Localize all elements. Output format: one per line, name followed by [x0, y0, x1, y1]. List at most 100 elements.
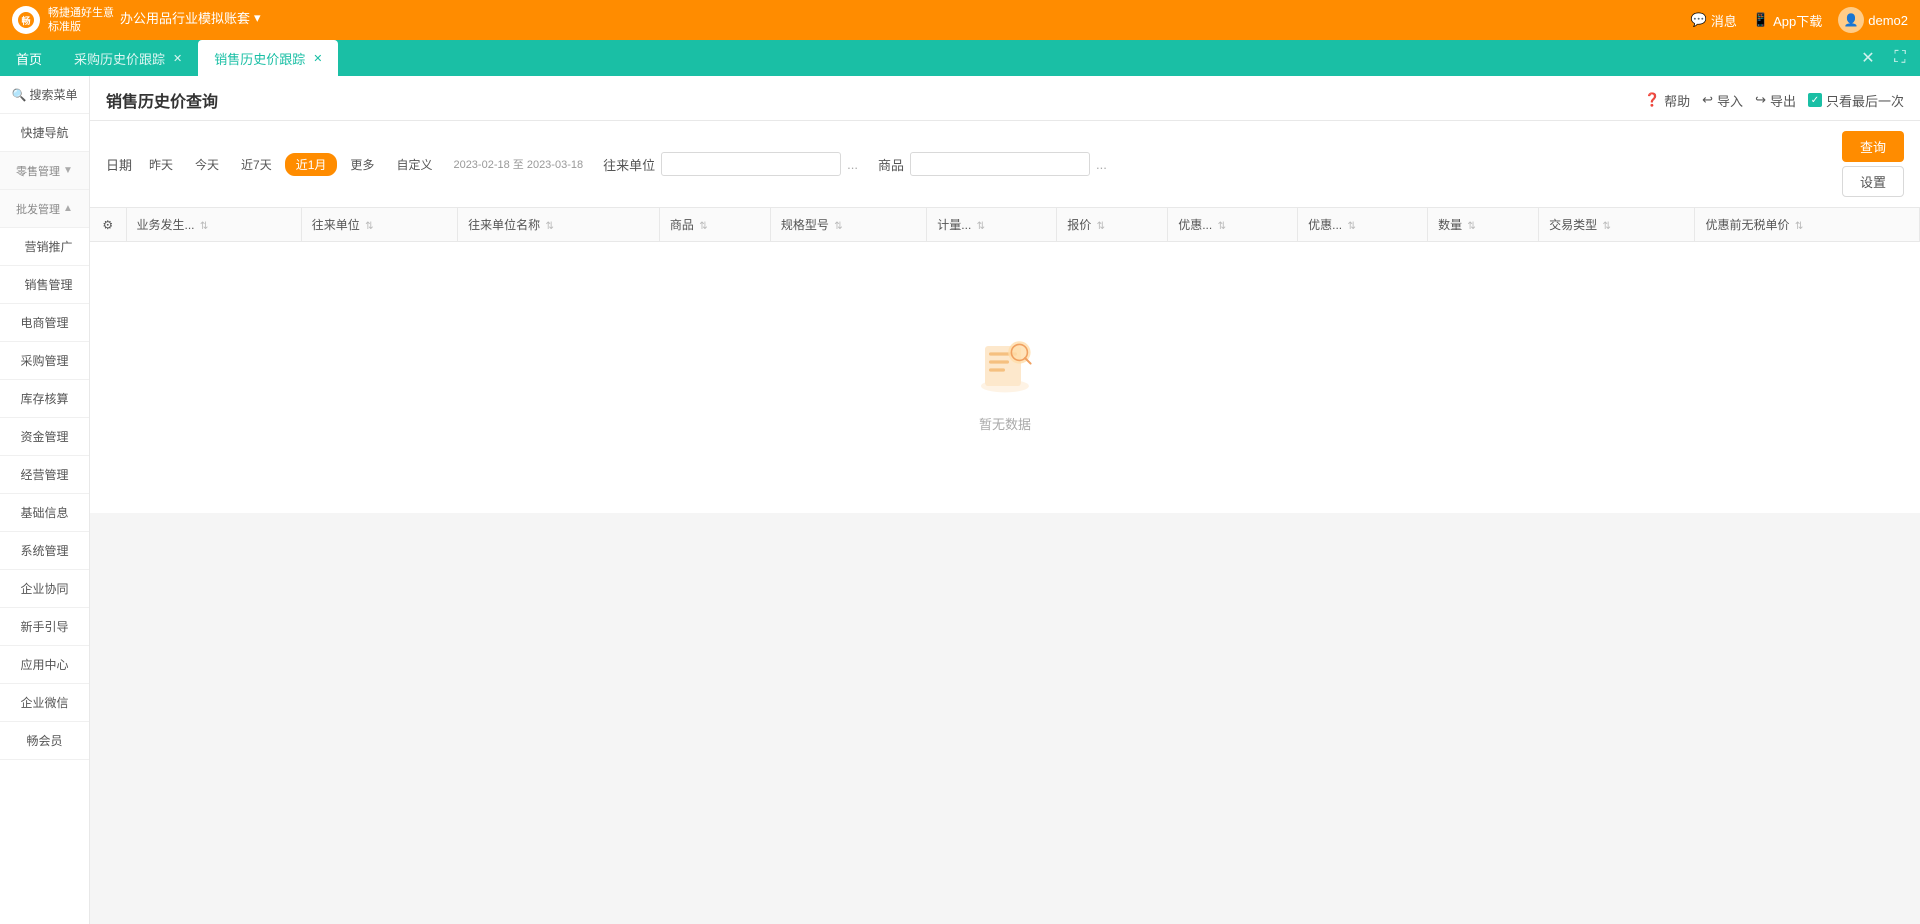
message-btn[interactable]: 💬 消息: [1691, 11, 1737, 30]
page-title: 销售历史价查询: [106, 88, 218, 112]
table-header-pre-tax-price[interactable]: 优惠前无税单价 ⇅: [1695, 208, 1920, 242]
tab-purchase-history[interactable]: 采购历史价跟踪 ✕: [58, 40, 198, 76]
help-icon: ❓: [1644, 92, 1660, 108]
sidebar-item-guide[interactable]: 新手引导: [0, 608, 89, 646]
app-selector[interactable]: 办公用品行业模拟账套 ▾: [120, 8, 261, 27]
page-header: 销售历史价查询 ❓ 帮助 ↩ 导入 ↪ 导出 ✓: [90, 76, 1920, 121]
table-header-unit[interactable]: 计量... ⇅: [927, 208, 1057, 242]
table-header-biz-date[interactable]: 业务发生... ⇅: [126, 208, 301, 242]
tab-bar-right: ✕ ⛶: [1856, 46, 1920, 70]
tab-bar: 首页 采购历史价跟踪 ✕ 销售历史价跟踪 ✕ ✕ ⛶: [0, 40, 1920, 76]
sidebar-item-sales-mgmt[interactable]: 销售管理: [0, 266, 89, 304]
partner-filter-group: 往来单位 ...: [603, 152, 858, 176]
logo-text: 畅捷通好生意 标准版: [48, 6, 114, 35]
partner-label: 往来单位: [603, 155, 655, 174]
sidebar-item-purchase-mgmt[interactable]: 采购管理: [0, 342, 89, 380]
table-header-gear[interactable]: ⚙: [90, 208, 126, 242]
top-right-actions: 💬 消息 📱 App下载 👤 demo2: [1691, 7, 1908, 33]
sort-icon: ⇅: [1348, 221, 1356, 232]
product-label: 商品: [878, 155, 904, 174]
sidebar-item-basic-info[interactable]: 基础信息: [0, 494, 89, 532]
tab-sales-history-close[interactable]: ✕: [313, 52, 322, 65]
date-options: 昨天 今天 近7天 近1月 更多 自定义: [140, 153, 441, 176]
sidebar-item-operations[interactable]: 经营管理: [0, 456, 89, 494]
sort-icon: ⇅: [1097, 221, 1105, 232]
filter-row: 日期 昨天 今天 近7天 近1月 更多 自定义 2023-02-18 至 202…: [90, 121, 1920, 208]
sidebar-item-quick-nav[interactable]: 快捷导航: [0, 114, 89, 152]
date-btn-last7[interactable]: 近7天: [232, 153, 281, 176]
sort-icon: ⇅: [834, 221, 842, 232]
product-input[interactable]: [910, 152, 1090, 176]
date-btn-custom[interactable]: 自定义: [387, 153, 441, 176]
partner-dots[interactable]: ...: [847, 157, 858, 172]
product-filter-group: 商品 ...: [878, 152, 1107, 176]
date-btn-yesterday[interactable]: 昨天: [140, 153, 182, 176]
search-icon: 🔍: [12, 88, 27, 102]
sidebar-item-inventory[interactable]: 库存核算: [0, 380, 89, 418]
user-profile-btn[interactable]: 👤 demo2: [1838, 7, 1908, 33]
content-area: 销售历史价查询 ❓ 帮助 ↩ 导入 ↪ 导出 ✓: [90, 76, 1920, 924]
sidebar-item-enterprise[interactable]: 企业协同: [0, 570, 89, 608]
tab-purchase-history-close[interactable]: ✕: [173, 52, 182, 65]
product-dots[interactable]: ...: [1096, 157, 1107, 172]
export-btn[interactable]: ↪ 导出: [1755, 91, 1796, 110]
checkbox-icon: ✓: [1808, 93, 1822, 107]
query-button[interactable]: 查询: [1842, 131, 1904, 162]
sidebar-item-member[interactable]: 畅会员: [0, 722, 89, 760]
tab-home[interactable]: 首页: [0, 40, 58, 76]
table-header-partner-name[interactable]: 往来单位名称 ⇅: [458, 208, 660, 242]
sort-icon: ⇅: [1795, 221, 1803, 232]
partner-input[interactable]: [661, 152, 841, 176]
query-buttons: 查询 设置: [1842, 131, 1904, 197]
gear-icon: ⚙: [102, 218, 113, 232]
chevron-up-icon: ▲: [63, 203, 73, 214]
settings-button[interactable]: 设置: [1842, 166, 1904, 197]
date-btn-more[interactable]: 更多: [341, 153, 383, 176]
table-header-product[interactable]: 商品 ⇅: [659, 208, 770, 242]
date-range-display: 2023-02-18 至 2023-03-18: [453, 156, 583, 172]
sort-icon: ⇅: [977, 221, 985, 232]
download-icon: 📱: [1753, 12, 1769, 28]
data-table: ⚙ 业务发生... ⇅ 往来单位 ⇅ 往来单位名称 ⇅: [90, 208, 1920, 242]
sidebar-item-marketing[interactable]: 营销推广: [0, 228, 89, 266]
date-btn-today[interactable]: 今天: [186, 153, 228, 176]
sidebar-item-wholesale[interactable]: 批发管理 ▲: [0, 190, 89, 228]
sidebar-item-retail[interactable]: 零售管理 ▼: [0, 152, 89, 190]
sidebar-item-wechat[interactable]: 企业微信: [0, 684, 89, 722]
sidebar: 🔍 搜索菜单 快捷导航 零售管理 ▼ 批发管理 ▲ 营销推广 销售管理 电商管理…: [0, 76, 90, 924]
sidebar-item-search[interactable]: 🔍 搜索菜单: [0, 76, 89, 114]
only-last-checkbox[interactable]: ✓ 只看最后一次: [1808, 91, 1904, 110]
sidebar-item-finance[interactable]: 资金管理: [0, 418, 89, 456]
chevron-down-icon: ▾: [254, 10, 261, 26]
table-header-partner-code[interactable]: 往来单位 ⇅: [301, 208, 457, 242]
sort-icon: ⇅: [200, 221, 208, 232]
table-header-trade-type[interactable]: 交易类型 ⇅: [1539, 208, 1695, 242]
logo-icon: 畅: [12, 6, 40, 34]
table-header-discount1[interactable]: 优惠... ⇅: [1168, 208, 1298, 242]
sidebar-item-system[interactable]: 系统管理: [0, 532, 89, 570]
tab-sales-history[interactable]: 销售历史价跟踪 ✕: [198, 40, 338, 76]
table-header-discount2[interactable]: 优惠... ⇅: [1298, 208, 1428, 242]
empty-text: 暂无数据: [979, 414, 1031, 433]
sort-icon: ⇅: [699, 221, 707, 232]
import-icon: ↩: [1702, 92, 1713, 108]
table-header-quantity[interactable]: 数量 ⇅: [1428, 208, 1539, 242]
sort-icon: ⇅: [1218, 221, 1226, 232]
help-btn[interactable]: ❓ 帮助: [1644, 91, 1690, 110]
table-header-quote[interactable]: 报价 ⇅: [1057, 208, 1168, 242]
app-download-btn[interactable]: 📱 App下载: [1753, 11, 1822, 30]
page-title-row: 销售历史价查询 ❓ 帮助 ↩ 导入 ↪ 导出 ✓: [106, 88, 1904, 120]
maximize-btn[interactable]: ⛶: [1888, 46, 1912, 70]
date-label: 日期: [106, 155, 132, 174]
table-header-spec[interactable]: 规格型号 ⇅: [770, 208, 926, 242]
import-btn[interactable]: ↩ 导入: [1702, 91, 1743, 110]
logo-area: 畅 畅捷通好生意 标准版: [12, 6, 114, 35]
sort-icon: ⇅: [1602, 221, 1610, 232]
sidebar-item-ecommerce[interactable]: 电商管理: [0, 304, 89, 342]
close-window-btn[interactable]: ✕: [1856, 46, 1880, 70]
date-btn-last-month[interactable]: 近1月: [285, 153, 338, 176]
sort-icon: ⇅: [1467, 221, 1475, 232]
date-filter-group: 日期 昨天 今天 近7天 近1月 更多 自定义 2023-02-18 至 202…: [106, 153, 583, 176]
main-layout: 🔍 搜索菜单 快捷导航 零售管理 ▼ 批发管理 ▲ 营销推广 销售管理 电商管理…: [0, 76, 1920, 924]
sidebar-item-app-center[interactable]: 应用中心: [0, 646, 89, 684]
